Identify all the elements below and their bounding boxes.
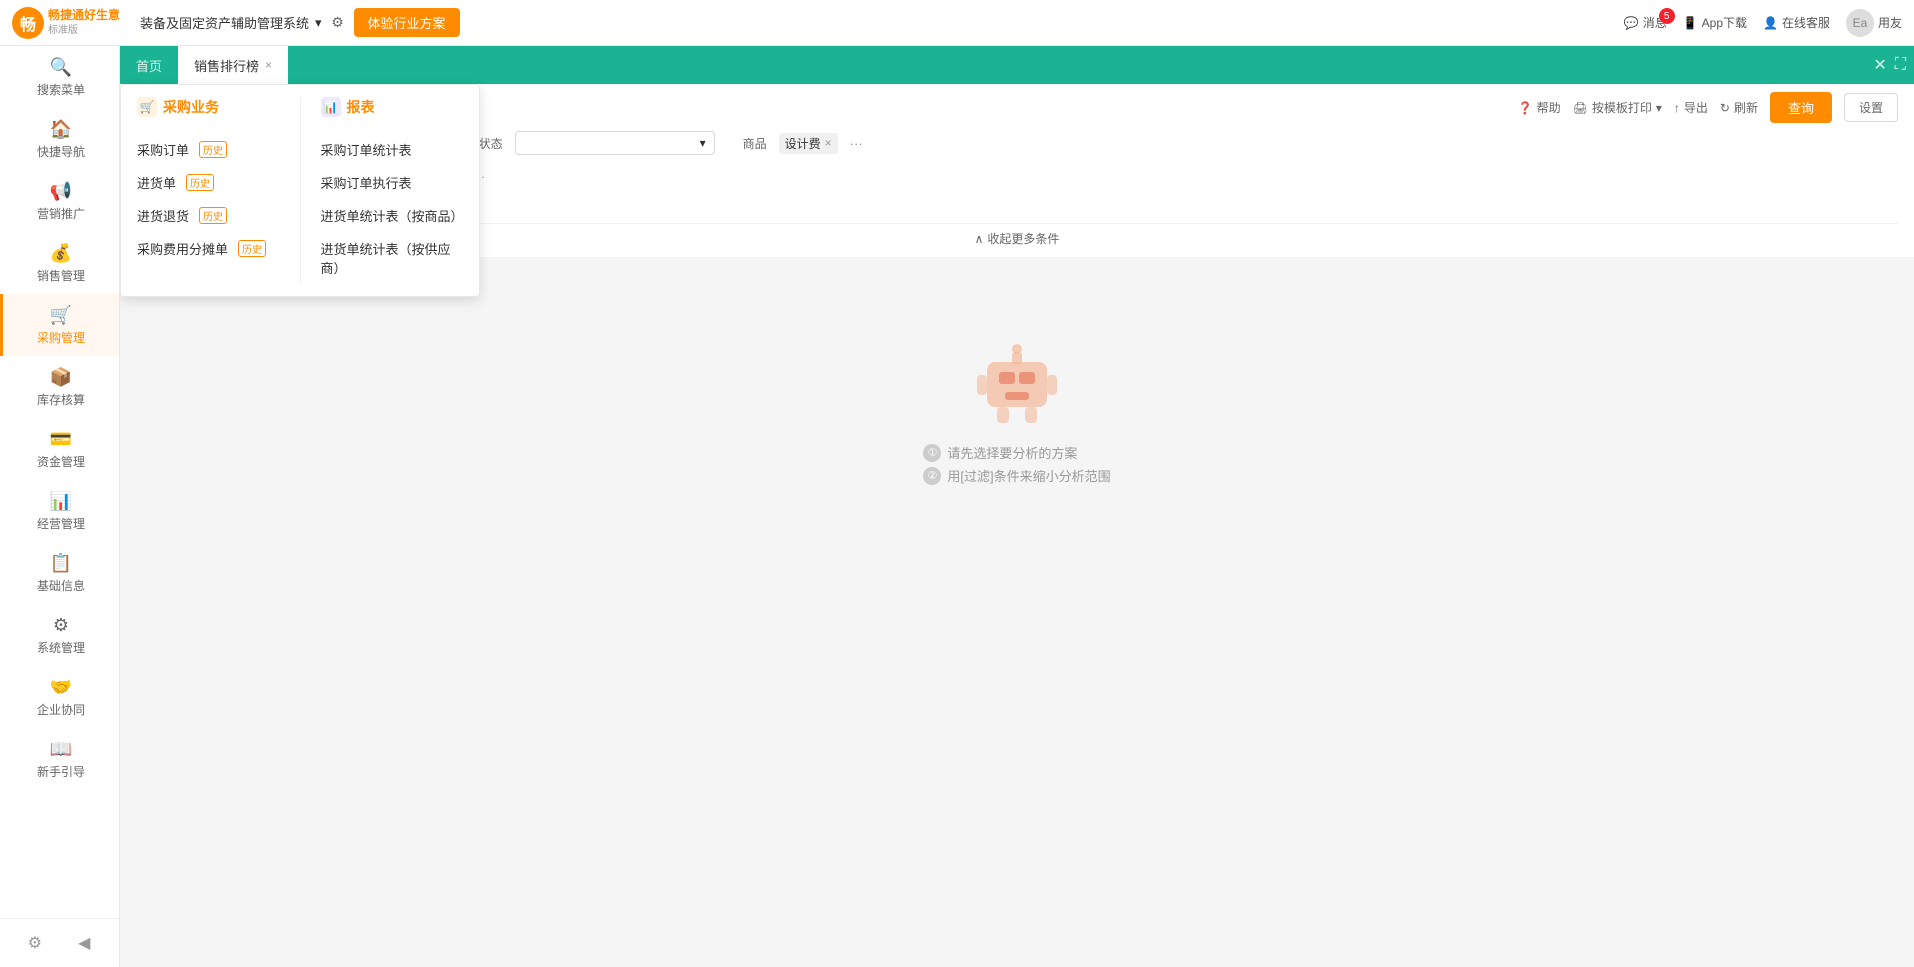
sidebar-item-label: 基础信息	[37, 577, 85, 594]
search-icon: 🔍	[50, 56, 72, 78]
tab-bar: 首页 销售排行榜 × 🛒 采购业务 采购订单 历史	[120, 46, 1914, 84]
refresh-btn[interactable]: ↻ 刷新	[1720, 99, 1758, 116]
tab-bar-right: ✕ ⛶	[1873, 55, 1914, 75]
system-icon: ⚙	[50, 614, 72, 636]
col2-icon: 📊	[321, 97, 341, 117]
sidebar-item-inventory[interactable]: 📦 库存核算	[0, 356, 119, 418]
dropdown-col2-title: 📊 报表	[321, 97, 464, 123]
sidebar-item-corp[interactable]: 🤝 企业协同	[0, 666, 119, 728]
app-download-btn[interactable]: 📱 App下载	[1683, 14, 1747, 31]
goods-dots[interactable]: ···	[850, 136, 863, 151]
base-icon: 📋	[50, 552, 72, 574]
dropdown-cols: 🛒 采购业务 采购订单 历史 进货单 历史 进货退货	[121, 97, 479, 284]
system-dropdown-btn[interactable]: ▾	[315, 15, 322, 31]
user-menu-btn[interactable]: Ea 用友	[1846, 9, 1902, 37]
sidebar-item-finance[interactable]: 💳 资金管理	[0, 418, 119, 480]
tab-home[interactable]: 首页	[120, 46, 178, 84]
industry-btn[interactable]: 体验行业方案	[354, 8, 460, 37]
corp-icon: 🤝	[50, 676, 72, 698]
dropdown-item-order-exec[interactable]: 采购订单执行表	[321, 166, 464, 199]
dropdown-item-cost-split[interactable]: 采购费用分摊单 历史	[137, 232, 280, 265]
guide-icon: 📖	[50, 738, 72, 760]
sidebar-item-label: 企业协同	[37, 701, 85, 718]
goods-tag-close[interactable]: ×	[825, 136, 832, 150]
tab-expand-icon[interactable]: ⛶	[1895, 56, 1906, 74]
sales-icon: 💰	[50, 242, 72, 264]
goods-tag: 设计费 ×	[779, 133, 838, 154]
sidebar-item-label: 采购管理	[37, 329, 85, 346]
export-btn[interactable]: ↑ 导出	[1674, 99, 1708, 116]
sidebar-item-label: 资金管理	[37, 453, 85, 470]
sidebar-item-system[interactable]: ⚙ 系统管理	[0, 604, 119, 666]
tab-close-all-icon[interactable]: ✕	[1873, 55, 1886, 75]
dropdown-item-return[interactable]: 进货退货 历史	[137, 199, 280, 232]
dropdown-item-inbound-stat-goods[interactable]: 进货单统计表（按商品）	[321, 199, 464, 232]
main-layout: 🔍 搜索菜单 🏠 快捷导航 📢 营销推广 💰 销售管理 🛒 采购管理 📦 库存核…	[0, 46, 1914, 967]
sidebar-item-sales[interactable]: 💰 销售管理	[0, 232, 119, 294]
sidebar-collapse-btn[interactable]: ◀	[70, 929, 98, 957]
doc-status-select[interactable]: ▾	[515, 131, 715, 155]
col1-icon: 🛒	[137, 97, 157, 117]
dropdown-col-business: 🛒 采购业务 采购订单 历史 进货单 历史 进货退货	[121, 97, 296, 284]
logo-main-text: 畅捷通好生意	[48, 8, 120, 24]
sidebar-item-label: 系统管理	[37, 639, 85, 656]
msg-btn[interactable]: 💬 消息 5	[1624, 14, 1667, 31]
query-btn[interactable]: 查询	[1770, 92, 1832, 123]
header-settings-icon[interactable]: ⚙	[328, 13, 348, 33]
sidebar-item-label: 新手引导	[37, 763, 85, 780]
sidebar-settings-btn[interactable]: ⚙	[21, 929, 49, 957]
empty-text: ① 请先选择要分析的方案 ② 用[过滤]条件来缩小分析范围	[923, 443, 1110, 489]
dropdown-item-purchase-order[interactable]: 采购订单 历史	[137, 133, 280, 166]
empty-illustration	[967, 337, 1067, 427]
sidebar-item-search[interactable]: 🔍 搜索菜单	[0, 46, 119, 108]
inventory-icon: 📦	[50, 366, 72, 388]
help-btn[interactable]: ❓ 帮助	[1518, 99, 1561, 116]
print-btn[interactable]: 🖨 按模板打印 ▾	[1573, 99, 1662, 116]
operation-icon: 📊	[50, 490, 72, 512]
sidebar-item-label: 经营管理	[37, 515, 85, 532]
user-avatar: Ea	[1846, 9, 1874, 37]
dropdown-item-order-stat[interactable]: 采购订单统计表	[321, 133, 464, 166]
dropdown-divider	[300, 97, 301, 284]
sidebar-item-guide[interactable]: 📖 新手引导	[0, 728, 119, 790]
dropdown-col-reports: 📊 报表 采购订单统计表 采购订单执行表 进货单统计表（按商品）	[305, 97, 480, 284]
sidebar: 🔍 搜索菜单 🏠 快捷导航 📢 营销推广 💰 销售管理 🛒 采购管理 📦 库存核…	[0, 46, 120, 967]
purchase-dropdown-menu: 🛒 采购业务 采购订单 历史 进货单 历史 进货退货	[120, 84, 480, 297]
sidebar-item-label: 搜索菜单	[37, 81, 85, 98]
logo-area: 畅 畅捷通好生意 标准版	[12, 7, 132, 39]
dropdown-col1-title: 🛒 采购业务	[137, 97, 280, 123]
sidebar-item-purchase[interactable]: 🛒 采购管理	[0, 294, 119, 356]
settings-btn[interactable]: 设置	[1844, 93, 1898, 122]
logo-sub-text: 标准版	[48, 24, 120, 37]
sidebar-item-label: 营销推广	[37, 205, 85, 222]
dropdown-item-inbound[interactable]: 进货单 历史	[137, 166, 280, 199]
marketing-icon: 📢	[50, 180, 72, 202]
tab-close-btn[interactable]: ×	[265, 58, 272, 72]
purchase-icon: 🛒	[50, 304, 72, 326]
sidebar-item-marketing[interactable]: 📢 营销推广	[0, 170, 119, 232]
sidebar-item-label: 销售管理	[37, 267, 85, 284]
tab-sales-rank[interactable]: 销售排行榜 ×	[178, 46, 288, 84]
goods-label: 商品	[743, 135, 767, 152]
header-right: 💬 消息 5 📱 App下载 👤 在线客服 Ea 用友	[1624, 9, 1902, 37]
content-area: 首页 销售排行榜 × 🛒 采购业务 采购订单 历史	[120, 46, 1914, 967]
header-system-title: 装备及固定资产辅助管理系统 ▾ ⚙ 体验行业方案	[132, 8, 1624, 37]
sidebar-bottom: ⚙ ◀	[0, 918, 119, 967]
sidebar-item-base[interactable]: 📋 基础信息	[0, 542, 119, 604]
top-header: 畅 畅捷通好生意 标准版 装备及固定资产辅助管理系统 ▾ ⚙ 体验行业方案 💬 …	[0, 0, 1914, 46]
online-service-btn[interactable]: 👤 在线客服	[1763, 14, 1830, 31]
sidebar-item-label: 库存核算	[37, 391, 85, 408]
logo-text: 畅捷通好生意 标准版	[48, 8, 120, 37]
sidebar-item-quick[interactable]: 🏠 快捷导航	[0, 108, 119, 170]
dropdown-item-inbound-stat-supplier[interactable]: 进货单统计表（按供应商）	[321, 232, 464, 284]
sidebar-item-label: 快捷导航	[37, 143, 85, 160]
sidebar-item-operation[interactable]: 📊 经营管理	[0, 480, 119, 542]
logo-icon: 畅	[12, 7, 44, 39]
quick-icon: 🏠	[50, 118, 72, 140]
finance-icon: 💳	[50, 428, 72, 450]
